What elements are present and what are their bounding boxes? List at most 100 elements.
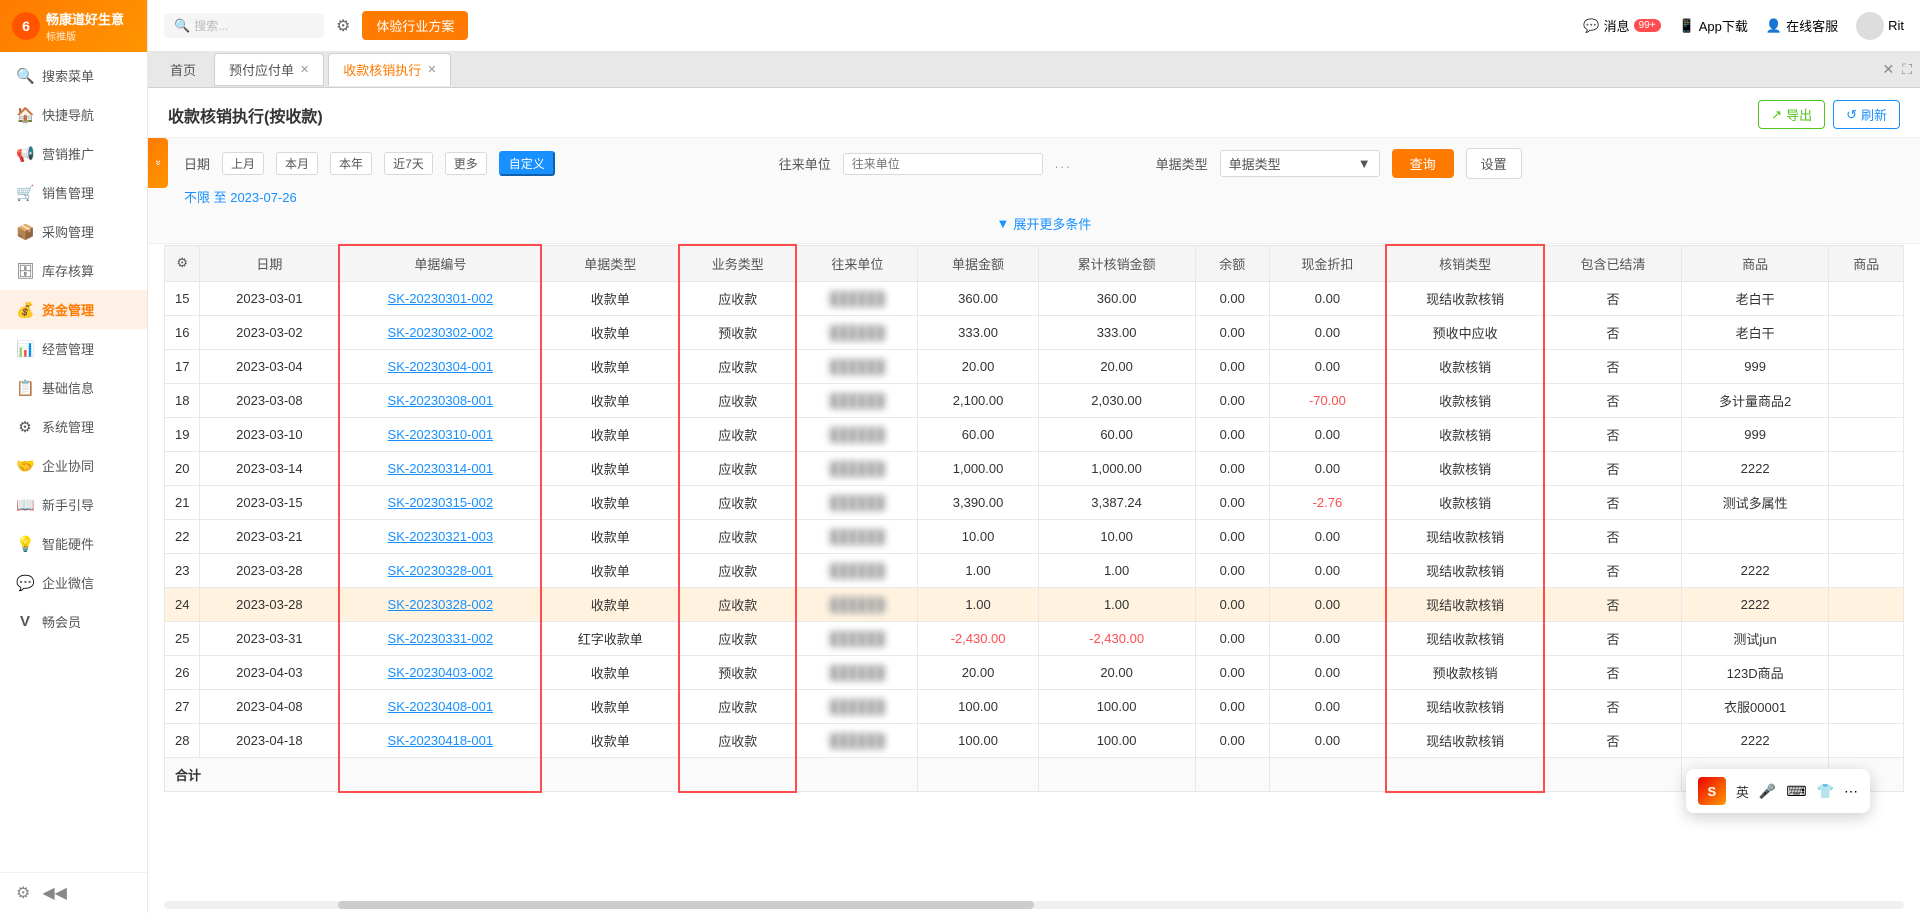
cell-total-verify: 1.00 xyxy=(1038,588,1195,622)
cell-bill-no[interactable]: SK-20230418-001 xyxy=(339,724,541,758)
total-bill-no xyxy=(339,758,541,792)
sougou-shirt-icon[interactable]: 👕 xyxy=(1817,783,1834,800)
cell-bill-no[interactable]: SK-20230321-003 xyxy=(339,520,541,554)
cell-product: 2222 xyxy=(1681,588,1829,622)
sougou-more-icon[interactable]: ⋯ xyxy=(1844,783,1858,800)
cell-partner: ██████ xyxy=(796,316,918,350)
tab-payable[interactable]: 预付应付单 ✕ xyxy=(214,53,324,86)
cell-bill-no[interactable]: SK-20230301-002 xyxy=(339,282,541,316)
col-amount[interactable]: 单据金额 xyxy=(918,245,1038,282)
cell-biz-type: 预收款 xyxy=(679,656,796,690)
date-this-year-btn[interactable]: 本年 xyxy=(330,152,372,175)
message-button[interactable]: 💬 消息 99+ xyxy=(1583,16,1660,35)
sidebar-item-corp[interactable]: 🤝 企业协同 xyxy=(0,446,147,485)
cell-bill-no[interactable]: SK-20230302-002 xyxy=(339,316,541,350)
date-this-month-btn[interactable]: 本月 xyxy=(276,152,318,175)
col-product2[interactable]: 商品 xyxy=(1829,245,1904,282)
cell-bill-no[interactable]: SK-20230408-001 xyxy=(339,690,541,724)
col-partner[interactable]: 往来单位 xyxy=(796,245,918,282)
col-balance[interactable]: 余额 xyxy=(1195,245,1269,282)
tab-collection[interactable]: 收款核销执行 ✕ xyxy=(328,53,451,86)
sidebar-item-guide[interactable]: 📖 新手引导 xyxy=(0,485,147,524)
cell-date: 2023-03-21 xyxy=(200,520,339,554)
sidebar-item-finance[interactable]: 💰 资金管理 xyxy=(0,290,147,329)
col-settings[interactable]: ⚙ xyxy=(165,245,200,282)
cell-total-verify: 1,000.00 xyxy=(1038,452,1195,486)
tab-payable-close[interactable]: ✕ xyxy=(300,63,309,76)
voucher-type-select[interactable]: 单据类型 ▼ xyxy=(1220,150,1380,177)
finance-icon: 💰 xyxy=(16,301,34,319)
sidebar-item-member[interactable]: V 畅会员 xyxy=(0,602,147,641)
date-last-month-btn[interactable]: 上月 xyxy=(222,152,264,175)
query-button[interactable]: 查询 xyxy=(1392,149,1454,178)
user-profile[interactable]: Rit xyxy=(1856,12,1904,40)
col-biz-type[interactable]: 业务类型 xyxy=(679,245,796,282)
cell-bill-no[interactable]: SK-20230328-001 xyxy=(339,554,541,588)
cell-bill-no[interactable]: SK-20230315-002 xyxy=(339,486,541,520)
cell-biz-type: 应收款 xyxy=(679,724,796,758)
expand-conditions-btn[interactable]: ▼ 展开更多条件 xyxy=(997,214,1092,233)
col-discount[interactable]: 现金折扣 xyxy=(1269,245,1385,282)
partner-input[interactable] xyxy=(843,153,1043,175)
cell-bill-no[interactable]: SK-20230331-002 xyxy=(339,622,541,656)
export-label: 导出 xyxy=(1786,105,1812,124)
tab-close-icon[interactable]: ✕ xyxy=(1882,61,1894,78)
col-total-verify[interactable]: 累计核销金额 xyxy=(1038,245,1195,282)
sougou-keyboard-icon[interactable]: ⌨ xyxy=(1786,783,1806,800)
settings-gear-icon[interactable]: ⚙ xyxy=(16,883,30,903)
table-row: 242023-03-28SK-20230328-002收款单应收款██████1… xyxy=(165,588,1904,622)
sidebar-item-inventory[interactable]: 🗄 库存核算 xyxy=(0,251,147,290)
app-download-button[interactable]: 📱 App下载 xyxy=(1679,16,1748,35)
topbar-gear-icon[interactable]: ⚙ xyxy=(336,16,350,36)
export-button[interactable]: ↗ 导出 xyxy=(1758,100,1825,129)
sidebar-item-system[interactable]: ⚙ 系统管理 xyxy=(0,407,147,446)
sougou-mic-icon[interactable]: 🎤 xyxy=(1759,783,1776,800)
sidebar-item-hardware[interactable]: 💡 智能硬件 xyxy=(0,524,147,563)
col-included[interactable]: 包含已结清 xyxy=(1544,245,1681,282)
col-bill-type[interactable]: 单据类型 xyxy=(541,245,679,282)
online-service-button[interactable]: 👤 在线客服 xyxy=(1766,16,1838,35)
sidebar-item-quicknav[interactable]: 🏠 快捷导航 xyxy=(0,95,147,134)
cell-bill-no[interactable]: SK-20230314-001 xyxy=(339,452,541,486)
collapse-icon[interactable]: ◀◀ xyxy=(42,883,67,903)
tab-home[interactable]: 首页 xyxy=(156,54,210,85)
sidebar-menu: 🔍 搜索菜单 🏠 快捷导航 📢 营销推广 🛒 销售管理 📦 采购管理 🗄 库存核… xyxy=(0,52,147,872)
topbar-search-text: 搜索... xyxy=(194,17,228,34)
col-product[interactable]: 商品 xyxy=(1681,245,1829,282)
cell-no: 28 xyxy=(165,724,200,758)
tab-maximize-icon[interactable]: ⛶ xyxy=(1902,61,1912,78)
sidebar-item-marketing[interactable]: 📢 营销推广 xyxy=(0,134,147,173)
date-last-7days-btn[interactable]: 近7天 xyxy=(384,152,433,175)
date-custom-btn[interactable]: 自定义 xyxy=(499,151,555,176)
topbar: 🔍 搜索... ⚙ 体验行业方案 💬 消息 99+ 📱 App下载 👤 在线客服… xyxy=(148,0,1920,52)
col-verify-type[interactable]: 核销类型 xyxy=(1386,245,1544,282)
cell-included: 否 xyxy=(1544,554,1681,588)
cell-amount: 1.00 xyxy=(918,588,1038,622)
cell-amount: 1,000.00 xyxy=(918,452,1038,486)
table-row: 282023-04-18SK-20230418-001收款单应收款██████1… xyxy=(165,724,1904,758)
scrollbar-thumb[interactable] xyxy=(338,901,1034,909)
col-date[interactable]: 日期 xyxy=(200,245,339,282)
cell-balance: 0.00 xyxy=(1195,452,1269,486)
refresh-button[interactable]: ↺ 刷新 xyxy=(1833,100,1900,129)
tab-collection-close[interactable]: ✕ xyxy=(427,63,436,76)
cell-bill-no[interactable]: SK-20230308-001 xyxy=(339,384,541,418)
table-body: 152023-03-01SK-20230301-002收款单应收款██████3… xyxy=(165,282,1904,758)
filter-collapse-btn[interactable]: » xyxy=(148,138,168,188)
cell-bill-no[interactable]: SK-20230310-001 xyxy=(339,418,541,452)
sidebar-item-sales[interactable]: 🛒 销售管理 xyxy=(0,173,147,212)
sidebar-item-basic[interactable]: 📋 基础信息 xyxy=(0,368,147,407)
date-more-btn[interactable]: 更多 xyxy=(445,152,487,175)
sidebar-item-wechat[interactable]: 💬 企业微信 xyxy=(0,563,147,602)
horizontal-scrollbar[interactable] xyxy=(164,901,1904,909)
solution-button[interactable]: 体验行业方案 xyxy=(362,11,468,40)
sidebar-item-search[interactable]: 🔍 搜索菜单 xyxy=(0,56,147,95)
cell-bill-no[interactable]: SK-20230304-001 xyxy=(339,350,541,384)
col-bill-no[interactable]: 单据编号 xyxy=(339,245,541,282)
sidebar-item-purchase[interactable]: 📦 采购管理 xyxy=(0,212,147,251)
sidebar-item-operation[interactable]: 📊 经营管理 xyxy=(0,329,147,368)
settings-button[interactable]: 设置 xyxy=(1466,148,1522,179)
cell-bill-no[interactable]: SK-20230403-002 xyxy=(339,656,541,690)
filter-inner: 日期 上月 本月 本年 近7天 更多 自定义 往来单位 ... 单据类型 单据类… xyxy=(168,138,1920,243)
cell-bill-no[interactable]: SK-20230328-002 xyxy=(339,588,541,622)
